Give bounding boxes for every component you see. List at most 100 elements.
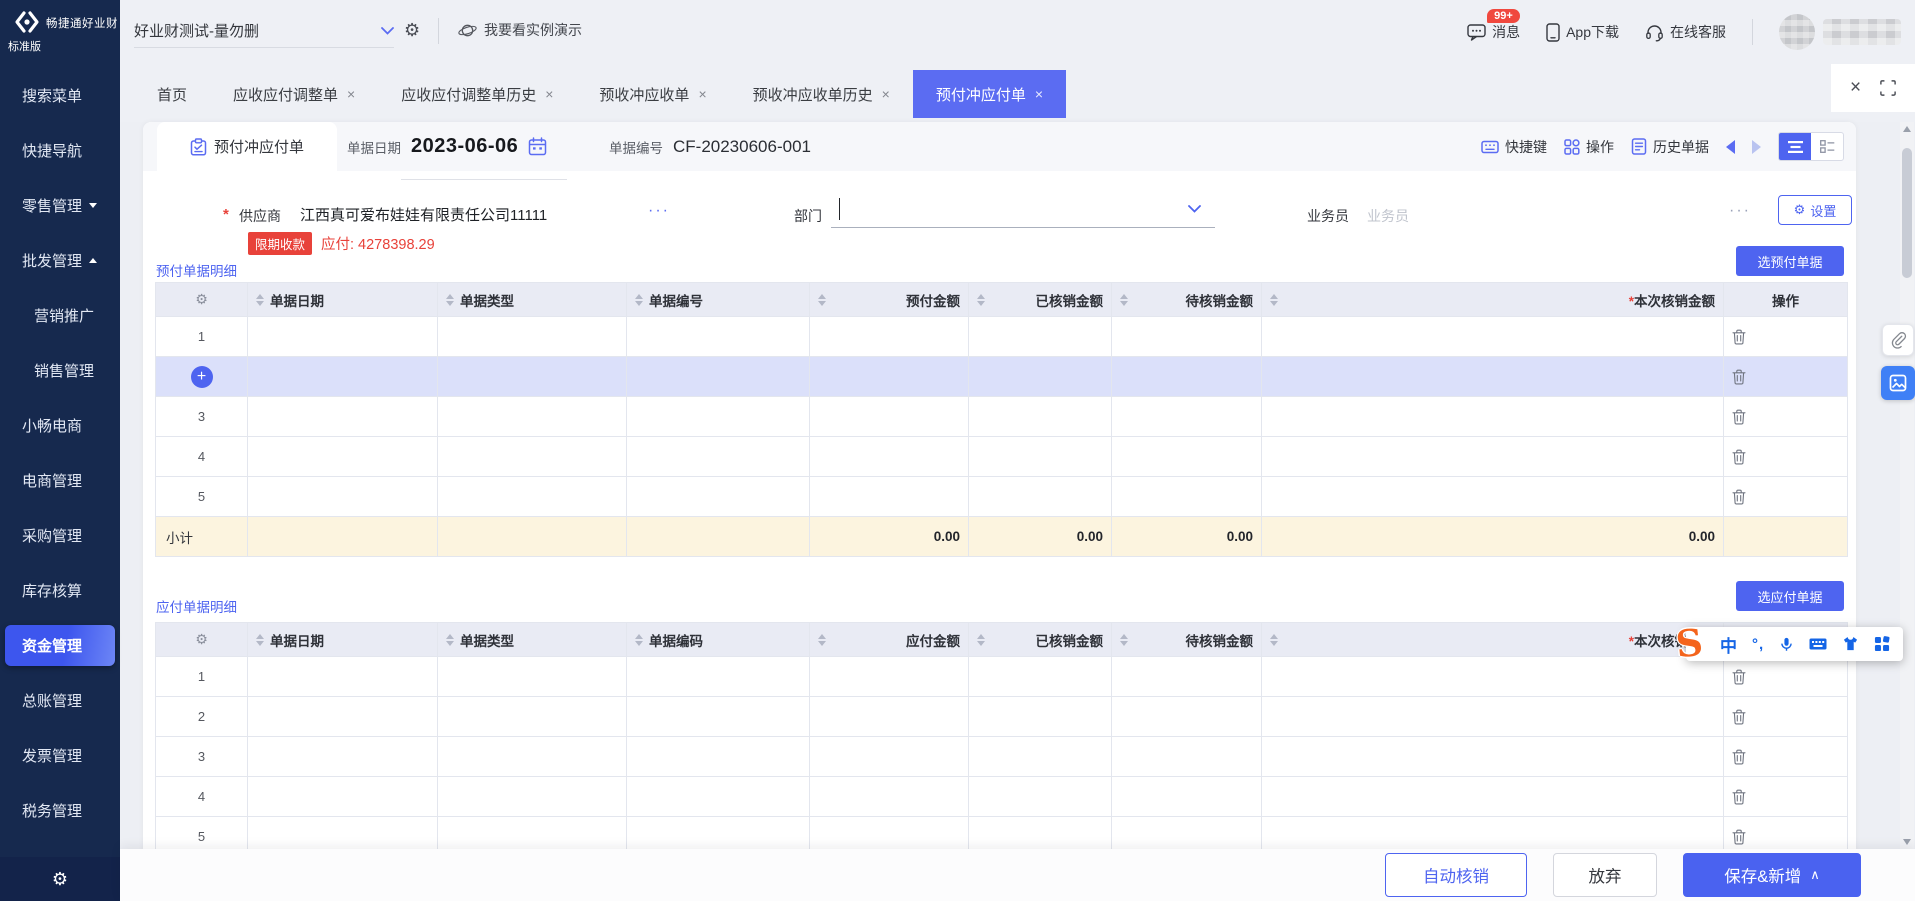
grid-cell[interactable]	[1261, 656, 1724, 697]
grid-cell[interactable]	[437, 436, 627, 477]
sort-icon[interactable]	[977, 633, 985, 646]
grid-cell[interactable]	[1111, 396, 1262, 437]
sidebar-item-inventory[interactable]: 库存核算	[0, 563, 120, 618]
virtual-keyboard-icon[interactable]	[1809, 637, 1827, 651]
discard-button[interactable]: 放弃	[1553, 853, 1657, 897]
grid-cell[interactable]	[437, 396, 627, 437]
salesman-placeholder[interactable]: 业务员	[1367, 206, 1409, 226]
sort-icon[interactable]	[1120, 293, 1128, 306]
next-doc-icon[interactable]	[1752, 139, 1761, 154]
grid-cell[interactable]	[437, 776, 627, 817]
grid-cell[interactable]	[1261, 776, 1724, 817]
grid-cell[interactable]	[247, 356, 438, 397]
grid-cell[interactable]	[626, 776, 810, 817]
grid-cell[interactable]	[809, 356, 969, 397]
sidebar-settings-gear-icon[interactable]: ⚙	[52, 869, 68, 890]
grid-cell[interactable]	[968, 316, 1112, 357]
document-type-tab[interactable]: 预付冲应付单	[157, 122, 337, 171]
ime-chinese-mode[interactable]: 中	[1720, 632, 1737, 657]
grid-cell[interactable]	[437, 316, 627, 357]
skin-icon[interactable]	[1842, 636, 1859, 652]
delete-row-icon[interactable]	[1732, 829, 1746, 845]
delete-row-icon[interactable]	[1732, 709, 1746, 725]
sidebar-item-ledger[interactable]: 总账管理	[0, 673, 120, 728]
delete-row-icon[interactable]	[1732, 409, 1746, 425]
department-field[interactable]	[831, 192, 1215, 228]
scrollbar-thumb[interactable]	[1902, 148, 1912, 278]
close-tab-icon[interactable]: ×	[545, 86, 553, 102]
messages-button[interactable]: 消息 99+	[1467, 9, 1520, 42]
sidebar-item-marketing[interactable]: 营销推广	[0, 288, 120, 343]
sort-icon[interactable]	[635, 633, 643, 646]
sort-icon[interactable]	[1270, 293, 1278, 306]
sort-icon[interactable]	[1120, 633, 1128, 646]
grid-cell[interactable]	[1261, 476, 1724, 517]
close-tab-icon[interactable]: ×	[882, 86, 890, 102]
grid-cell[interactable]	[247, 656, 438, 697]
grid-cell[interactable]	[437, 736, 627, 777]
list-view-button[interactable]	[1779, 133, 1811, 160]
grid-cell[interactable]	[626, 436, 810, 477]
grid-cell[interactable]	[626, 316, 810, 357]
online-service-button[interactable]: 在线客服	[1645, 22, 1726, 42]
sidebar-item-xiaochang[interactable]: 小畅电商	[0, 398, 120, 453]
sort-icon[interactable]	[446, 633, 454, 646]
grid-cell[interactable]	[626, 396, 810, 437]
delete-row-icon[interactable]	[1732, 449, 1746, 465]
grid-cell[interactable]	[1111, 736, 1262, 777]
doc-date-value[interactable]: 2023-06-06	[411, 135, 518, 158]
history-docs-button[interactable]: 历史单据	[1631, 137, 1709, 157]
toolbox-grid-icon[interactable]	[1874, 636, 1890, 652]
shortcut-keys-button[interactable]: 快捷键	[1481, 137, 1547, 157]
grid-cell[interactable]	[968, 736, 1112, 777]
sort-icon[interactable]	[256, 293, 264, 306]
column-settings-icon[interactable]: ⚙	[195, 632, 208, 648]
calendar-icon[interactable]	[528, 137, 547, 156]
grid-cell[interactable]	[968, 656, 1112, 697]
chevron-down-icon[interactable]	[1188, 205, 1201, 213]
delete-row-icon[interactable]	[1732, 749, 1746, 765]
vertical-scrollbar[interactable]	[1900, 122, 1914, 849]
sidebar-item-wholesale[interactable]: 批发管理	[0, 233, 120, 288]
supplier-more-icon[interactable]: ···	[648, 202, 670, 220]
sort-icon[interactable]	[818, 633, 826, 646]
tab-home[interactable]: 首页	[134, 70, 210, 118]
select-prepay-docs-button[interactable]: 选预付单据	[1736, 246, 1844, 276]
delete-row-icon[interactable]	[1732, 789, 1746, 805]
grid-cell[interactable]	[1261, 396, 1724, 437]
tab-prepay-writeoff[interactable]: 预付冲应付单 ×	[912, 70, 1067, 118]
add-row-button[interactable]: +	[190, 365, 213, 388]
microphone-icon[interactable]	[1779, 636, 1794, 653]
grid-cell[interactable]	[968, 776, 1112, 817]
save-and-new-button[interactable]: 保存&新增 ∧	[1683, 853, 1861, 897]
doc-no-value[interactable]: CF-20230606-001	[673, 137, 811, 157]
grid-cell[interactable]	[968, 696, 1112, 737]
grid-cell[interactable]	[1111, 316, 1262, 357]
close-all-tabs-icon[interactable]: ×	[1850, 77, 1861, 99]
grid-cell[interactable]	[1111, 356, 1262, 397]
settings-button[interactable]: ⚙ 设置	[1778, 195, 1852, 225]
grid-cell[interactable]	[247, 316, 438, 357]
user-area[interactable]	[1779, 14, 1901, 50]
grid-cell[interactable]	[247, 396, 438, 437]
close-tab-icon[interactable]: ×	[347, 86, 355, 102]
grid-cell[interactable]	[809, 316, 969, 357]
ime-punctuation[interactable]: °,	[1752, 636, 1764, 653]
sort-icon[interactable]	[977, 293, 985, 306]
prev-doc-icon[interactable]	[1726, 139, 1735, 154]
card-view-button[interactable]	[1811, 133, 1843, 160]
grid-cell[interactable]	[247, 476, 438, 517]
grid-cell[interactable]	[626, 736, 810, 777]
grid-cell[interactable]	[968, 356, 1112, 397]
grid-cell[interactable]	[809, 776, 969, 817]
grid-cell[interactable]	[247, 776, 438, 817]
tab-adjust[interactable]: 应收应付调整单 ×	[210, 70, 378, 118]
grid-cell[interactable]	[809, 736, 969, 777]
grid-cell[interactable]	[968, 436, 1112, 477]
delete-row-icon[interactable]	[1732, 489, 1746, 505]
grid-cell[interactable]	[968, 476, 1112, 517]
delete-row-icon[interactable]	[1732, 369, 1746, 385]
sidebar-item-tax[interactable]: 税务管理	[0, 783, 120, 838]
grid-cell[interactable]	[247, 696, 438, 737]
sogou-logo-icon[interactable]: S	[1674, 620, 1705, 667]
